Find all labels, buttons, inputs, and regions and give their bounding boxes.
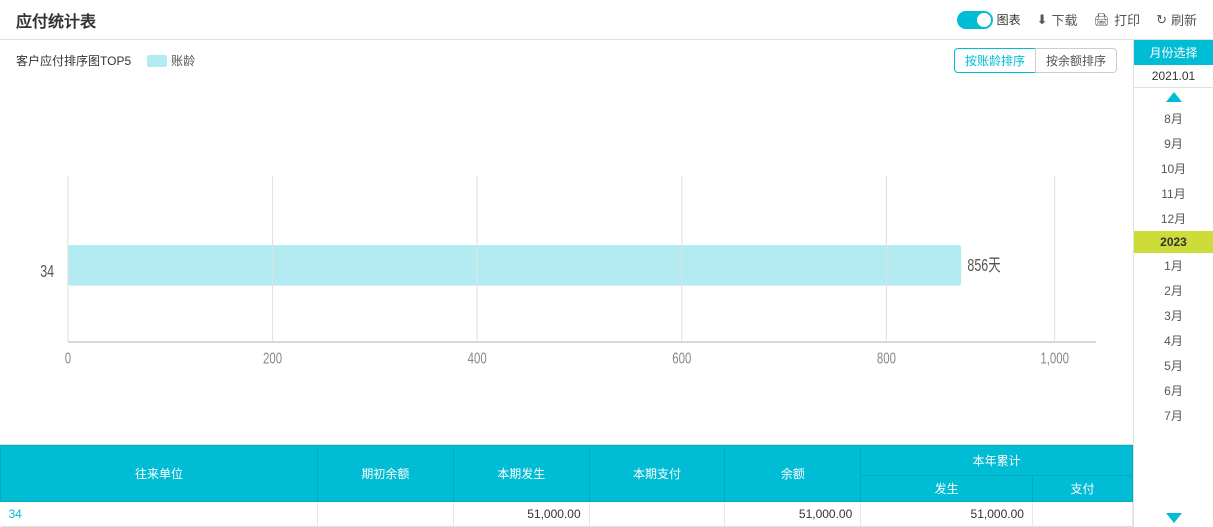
svg-text:400: 400	[468, 349, 487, 367]
month-item-3[interactable]: 3月	[1134, 303, 1213, 328]
svg-text:600: 600	[672, 349, 691, 367]
cell-current-pay	[589, 502, 725, 527]
table-header-row: 往来单位 期初余额 本期发生 本期支付 余额 本年累计	[1, 446, 1133, 476]
sidebar-month-header: 月份选择	[1134, 40, 1213, 65]
svg-text:1,000: 1,000	[1040, 349, 1069, 367]
month-item-4[interactable]: 4月	[1134, 328, 1213, 353]
chart-section: 客户应付排序图TOP5 账龄 按账龄排序 按余额排序 34	[0, 40, 1133, 527]
cell-ytd-occ: 51,000.00	[861, 502, 1033, 527]
svg-text:34: 34	[40, 262, 54, 282]
chart-wrap: 34 856天 0 200 400 600 800 1,000	[0, 81, 1133, 444]
table-body: 34 51,000.00 51,000.00 51,000.00	[1, 502, 1133, 527]
chart-toggle-wrap[interactable]: 图表	[957, 11, 1021, 29]
sidebar-up-button[interactable]	[1134, 88, 1213, 106]
app-container: 应付统计表 图表 ⬇ 下载 🖨 打印 ↻ 刷新	[0, 0, 1213, 527]
sidebar-current-value[interactable]: 2021.01	[1134, 65, 1213, 88]
sort-by-amount-button[interactable]: 按余额排序	[1035, 48, 1117, 73]
svg-text:800: 800	[877, 349, 896, 367]
year-marker[interactable]: 2023	[1134, 231, 1213, 253]
legend-item-age: 账龄	[147, 52, 195, 69]
unit-link[interactable]: 34	[9, 507, 22, 521]
sidebar-down-button[interactable]	[1134, 509, 1213, 527]
svg-text:856天: 856天	[967, 256, 1000, 276]
cell-unit: 34	[1, 502, 318, 527]
month-item-11[interactable]: 11月	[1134, 181, 1213, 206]
cell-current-occ: 51,000.00	[453, 502, 589, 527]
month-item-6[interactable]: 6月	[1134, 378, 1213, 403]
month-item-9[interactable]: 9月	[1134, 131, 1213, 156]
chart-legend: 客户应付排序图TOP5 账龄	[16, 52, 195, 69]
main-content: 客户应付排序图TOP5 账龄 按账龄排序 按余额排序 34	[0, 40, 1213, 527]
print-icon: 🖨	[1094, 12, 1111, 28]
chevron-up-icon[interactable]	[1166, 92, 1182, 102]
sort-by-balance-button[interactable]: 按账龄排序	[954, 48, 1035, 73]
month-item-7[interactable]: 7月	[1134, 403, 1213, 428]
month-list: 8月 9月 10月 11月 12月 2023 1月 2月 3月 4月 5月 6月…	[1134, 106, 1213, 509]
header-actions: 图表 ⬇ 下载 🖨 打印 ↻ 刷新	[957, 10, 1197, 29]
month-item-1[interactable]: 1月	[1134, 253, 1213, 278]
month-item-2[interactable]: 2月	[1134, 278, 1213, 303]
table-section: 往来单位 期初余额 本期发生 本期支付 余额 本年累计 发生 支付	[0, 444, 1133, 527]
col-ytd-occ-header: 发生	[861, 476, 1033, 502]
table-row: 34 51,000.00 51,000.00 51,000.00	[1, 502, 1133, 527]
legend-text: 客户应付排序图TOP5	[16, 52, 131, 69]
header: 应付统计表 图表 ⬇ 下载 🖨 打印 ↻ 刷新	[0, 0, 1213, 40]
right-sidebar: 月份选择 2021.01 8月 9月 10月 11月 12月 2023 1月 2…	[1133, 40, 1213, 527]
chart-header: 客户应付排序图TOP5 账龄 按账龄排序 按余额排序	[0, 40, 1133, 81]
refresh-icon: ↻	[1156, 12, 1167, 28]
download-label: 下载	[1052, 10, 1078, 29]
col-opening-header: 期初余额	[317, 446, 453, 502]
col-ytd-pay-header: 支付	[1032, 476, 1132, 502]
download-button[interactable]: ⬇ 下载	[1037, 10, 1078, 29]
month-item-10[interactable]: 10月	[1134, 156, 1213, 181]
chart-svg: 34 856天 0 200 400 600 800 1,000	[16, 89, 1117, 436]
chart-toggle-label: 图表	[997, 11, 1021, 28]
cell-balance: 51,000.00	[725, 502, 861, 527]
refresh-label: 刷新	[1171, 10, 1197, 29]
cell-opening	[317, 502, 453, 527]
print-button[interactable]: 🖨 打印	[1094, 10, 1141, 29]
download-icon: ⬇	[1037, 12, 1048, 28]
page-title: 应付统计表	[16, 8, 96, 32]
legend-color-box	[147, 55, 167, 67]
svg-text:200: 200	[263, 349, 282, 367]
col-ytd-header: 本年累计	[861, 446, 1133, 476]
chevron-down-icon[interactable]	[1166, 513, 1182, 523]
cell-ytd-pay	[1032, 502, 1132, 527]
col-unit-header: 往来单位	[1, 446, 318, 502]
data-table: 往来单位 期初余额 本期发生 本期支付 余额 本年累计 发生 支付	[0, 445, 1133, 527]
print-label: 打印	[1114, 10, 1140, 29]
legend-color-label: 账龄	[171, 52, 195, 69]
month-item-12[interactable]: 12月	[1134, 206, 1213, 231]
sort-buttons: 按账龄排序 按余额排序	[954, 48, 1117, 73]
month-item-5[interactable]: 5月	[1134, 353, 1213, 378]
refresh-button[interactable]: ↻ 刷新	[1156, 10, 1197, 29]
chart-toggle[interactable]	[957, 11, 993, 29]
col-current-pay-header: 本期支付	[589, 446, 725, 502]
svg-text:0: 0	[65, 349, 72, 367]
month-item-8[interactable]: 8月	[1134, 106, 1213, 131]
col-balance-header: 余额	[725, 446, 861, 502]
col-current-occ-header: 本期发生	[453, 446, 589, 502]
